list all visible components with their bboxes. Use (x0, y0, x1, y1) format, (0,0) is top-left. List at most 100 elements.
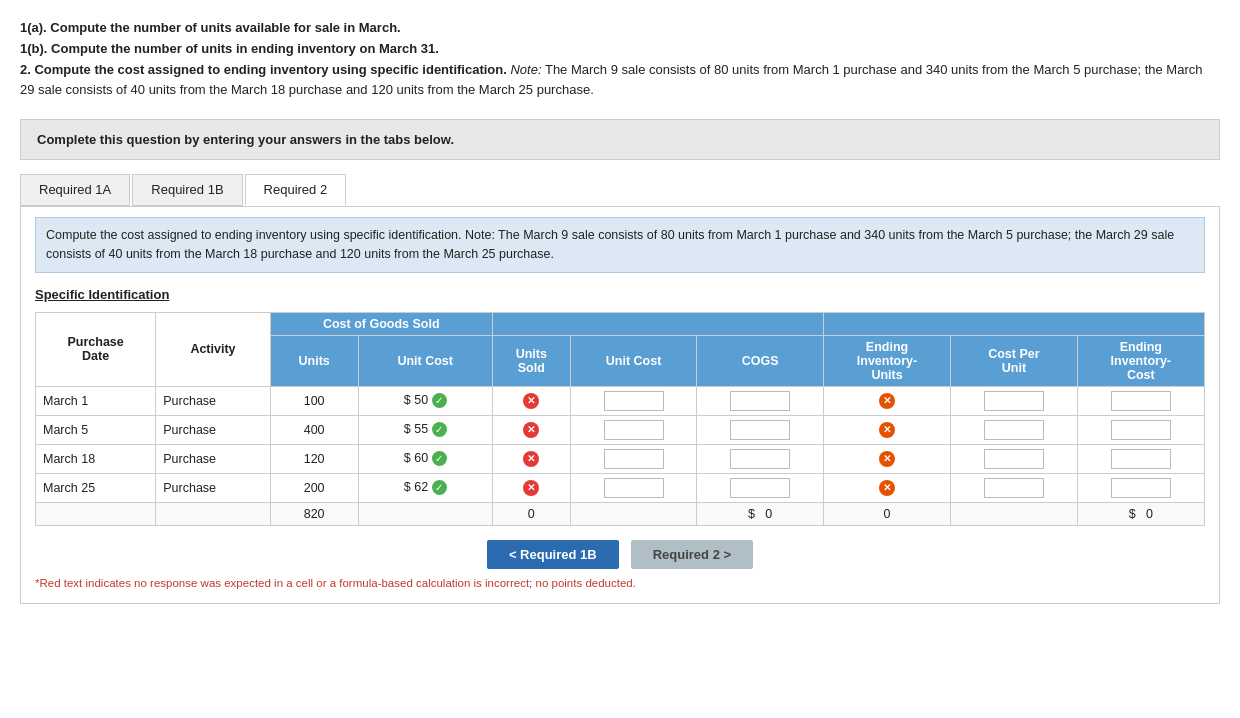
cell-date: March 5 (36, 415, 156, 444)
cell-cogs[interactable] (697, 473, 824, 502)
prev-button[interactable]: < Required 1B (487, 540, 619, 569)
table-row: March 5Purchase400$ 55 ✓✕✕ (36, 415, 1205, 444)
total-cogs: $ 0 (697, 502, 824, 525)
th-ending-inv-cost: EndingInventory-Cost (1077, 335, 1204, 386)
cell-activity: Purchase (156, 444, 270, 473)
cell-activity: Purchase (156, 386, 270, 415)
cell-ending-inv-cost[interactable] (1077, 473, 1204, 502)
cell-date: March 25 (36, 473, 156, 502)
cell-units-sold[interactable]: ✕ (492, 415, 570, 444)
cost-per-unit-input[interactable] (984, 391, 1044, 411)
tab-required-1a[interactable]: Required 1A (20, 174, 130, 206)
specific-identification-table: PurchaseDate Activity Cost of Goods Sold… (35, 312, 1205, 526)
cell-unit-cost: $ 60 ✓ (358, 444, 492, 473)
cell-ending-inv-units[interactable]: ✕ (823, 473, 950, 502)
cell-units: 100 (270, 386, 358, 415)
th-ending-inventory (823, 312, 1204, 335)
th-ending-inv-units: EndingInventory-Units (823, 335, 950, 386)
cell-unit-cost-cogs[interactable] (570, 473, 697, 502)
th-cost-per-unit: Cost PerUnit (951, 335, 1078, 386)
cell-activity: Purchase (156, 473, 270, 502)
instruction-box: Complete this question by entering your … (20, 119, 1220, 160)
table-row: March 18Purchase120$ 60 ✓ ✕ ✕ (36, 444, 1205, 473)
th-unit-cost-cogs: Unit Cost (570, 335, 697, 386)
total-row: 8200$ 00$ 0 (36, 502, 1205, 525)
footer-nav: < Required 1B Required 2 > (35, 540, 1205, 569)
cell-unit-cost: $ 62 ✓ (358, 473, 492, 502)
line-2-note: Note: (510, 62, 541, 77)
cell-cost-per-unit[interactable] (951, 473, 1078, 502)
cogs-input[interactable] (730, 420, 790, 440)
cogs-input[interactable] (730, 478, 790, 498)
table-row: March 1Purchase100$ 50 ✓✕✕ (36, 386, 1205, 415)
cell-date: March 18 (36, 444, 156, 473)
unit-cost-cogs-input[interactable] (604, 420, 664, 440)
line-2-label: 2. Compute the cost assigned to ending i… (20, 62, 507, 77)
cost-per-unit-input[interactable] (984, 478, 1044, 498)
th-unit-cost: Unit Cost (358, 335, 492, 386)
ending-inv-cost-input[interactable] (1111, 449, 1171, 469)
tab-description: Compute the cost assigned to ending inve… (35, 217, 1205, 273)
cell-units: 400 (270, 415, 358, 444)
check-icon: ✓ (432, 393, 447, 408)
cogs-input[interactable] (730, 391, 790, 411)
cogs-input[interactable] (730, 449, 790, 469)
tab-required-2[interactable]: Required 2 (245, 174, 347, 206)
tab-required-1b[interactable]: Required 1B (132, 174, 242, 206)
cell-ending-inv-units[interactable]: ✕ (823, 444, 950, 473)
unit-cost-cogs-input[interactable] (604, 478, 664, 498)
cell-units: 120 (270, 444, 358, 473)
line-1b-label: 1(b). Compute the number of units in end… (20, 41, 439, 56)
cell-cogs[interactable] (697, 415, 824, 444)
cell-unit-cost-cogs[interactable] (570, 415, 697, 444)
cell-unit-cost-cogs[interactable] (570, 386, 697, 415)
cell-cost-per-unit[interactable] (951, 444, 1078, 473)
cell-cost-per-unit[interactable] (951, 386, 1078, 415)
cell-ending-inv-cost[interactable] (1077, 415, 1204, 444)
cell-ending-inv-units[interactable]: ✕ (823, 386, 950, 415)
ending-inv-cost-input[interactable] (1111, 391, 1171, 411)
cost-per-unit-input[interactable] (984, 420, 1044, 440)
intro-text: 1(a). Compute the number of units availa… (20, 18, 1220, 101)
cell-unit-cost: $ 50 ✓ (358, 386, 492, 415)
unit-cost-cogs-input[interactable] (604, 449, 664, 469)
th-cogs (492, 312, 823, 335)
th-cogs-col: COGS (697, 335, 824, 386)
th-purchase-date: PurchaseDate (36, 312, 156, 386)
cell-date: March 1 (36, 386, 156, 415)
table-row: March 25Purchase200$ 62 ✓✕✕ (36, 473, 1205, 502)
cell-ending-inv-cost[interactable] (1077, 386, 1204, 415)
section-title: Specific Identification (35, 283, 1205, 306)
x-icon-orange: ✕ (879, 422, 895, 438)
x-icon-red: ✕ (523, 451, 539, 467)
line-1a-label: 1(a). Compute the number of units availa… (20, 20, 401, 35)
check-icon: ✓ (432, 422, 447, 437)
tabs-row: Required 1A Required 1B Required 2 (20, 174, 1220, 206)
cell-units-sold[interactable]: ✕ (492, 444, 570, 473)
cell-cost-per-unit[interactable] (951, 415, 1078, 444)
ending-inv-cost-input[interactable] (1111, 420, 1171, 440)
cell-unit-cost-cogs[interactable] (570, 444, 697, 473)
cell-units: 200 (270, 473, 358, 502)
check-icon: ✓ (432, 480, 447, 495)
th-activity: Activity (156, 312, 270, 386)
cell-ending-inv-cost[interactable] (1077, 444, 1204, 473)
total-ending-units: 0 (823, 502, 950, 525)
cell-cogs[interactable] (697, 386, 824, 415)
cell-units-sold[interactable]: ✕ (492, 386, 570, 415)
ending-inv-cost-input[interactable] (1111, 478, 1171, 498)
total-units-sold: 0 (492, 502, 570, 525)
cell-cogs[interactable] (697, 444, 824, 473)
x-icon-orange: ✕ (879, 480, 895, 496)
x-icon-orange: ✕ (879, 393, 895, 409)
tab-content-area: Compute the cost assigned to ending inve… (20, 206, 1220, 604)
x-icon-orange: ✕ (879, 451, 895, 467)
th-available-for-sale: Cost of Goods Sold (270, 312, 492, 335)
cell-units-sold[interactable]: ✕ (492, 473, 570, 502)
th-units-sold: UnitsSold (492, 335, 570, 386)
cell-ending-inv-units[interactable]: ✕ (823, 415, 950, 444)
next-button[interactable]: Required 2 > (631, 540, 753, 569)
check-icon: ✓ (432, 451, 447, 466)
unit-cost-cogs-input[interactable] (604, 391, 664, 411)
cost-per-unit-input[interactable] (984, 449, 1044, 469)
